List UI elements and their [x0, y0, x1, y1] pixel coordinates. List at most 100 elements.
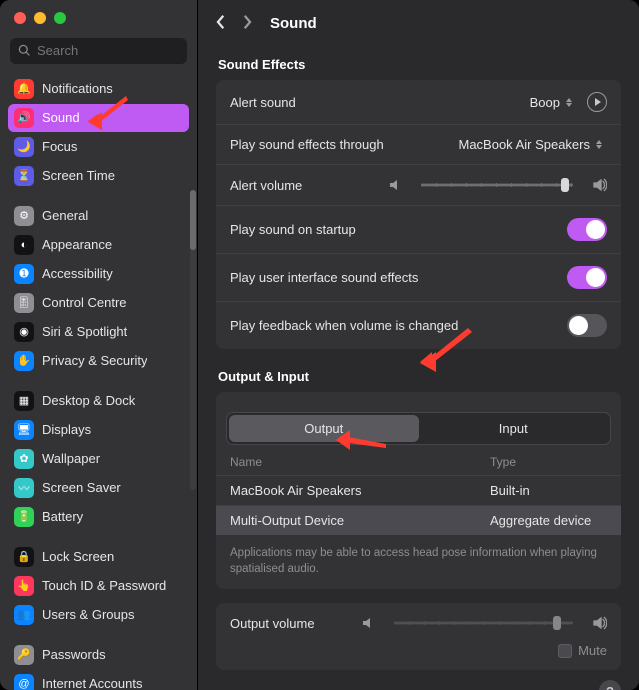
sidebar-item-label: Notifications [42, 81, 113, 96]
alert-volume-slider[interactable] [421, 183, 573, 187]
tab-input[interactable]: Input [419, 415, 609, 442]
wave-icon: 〰 [14, 478, 34, 498]
output-volume-row: Output volume [216, 603, 621, 643]
device-type: Built-in [490, 483, 607, 498]
volume-high-icon [591, 177, 607, 193]
gear-icon: ⚙︎ [14, 206, 34, 226]
search-input[interactable] [37, 43, 179, 58]
chevron-updown-icon [596, 138, 607, 152]
effects-through-value: MacBook Air Speakers [458, 137, 590, 152]
effects-through-select[interactable]: MacBook Air Speakers [458, 137, 607, 152]
sidebar-item-screen-saver[interactable]: 〰Screen Saver [8, 474, 189, 502]
sidebar-item-internet-accounts[interactable]: @Internet Accounts [8, 670, 189, 690]
minimize-window-button[interactable] [34, 12, 46, 24]
volume-feedback-label: Play feedback when volume is changed [230, 318, 458, 333]
col-name-header: Name [230, 455, 490, 469]
sidebar-item-label: Privacy & Security [42, 353, 147, 368]
system-settings-window: 🔔 Notifications 🔊Sound🌙Focus⏳Screen Time ⚙︎… [0, 0, 639, 690]
sidebar-item-label: Lock Screen [42, 549, 114, 564]
sidebar-item-displays[interactable]: 🖥Displays [8, 416, 189, 444]
scrollbar-thumb[interactable] [190, 190, 196, 250]
alert-sound-value: Boop [530, 95, 560, 110]
output-input-panel: Output Input Name Type MacBook Air Speak… [216, 392, 621, 589]
volume-low-icon [360, 615, 376, 631]
sidebar-item-passwords[interactable]: 🔑 Passwords [8, 641, 189, 669]
forward-button[interactable] [241, 14, 252, 33]
sound-effects-panel: Alert sound Boop Play sound effects thro… [216, 80, 621, 349]
alert-volume-row: Alert volume [216, 165, 621, 206]
dock-icon: ▦ [14, 391, 34, 411]
sidebar-item-label: General [42, 208, 88, 223]
sidebar-item-desktop-dock[interactable]: ▦ Desktop & Dock [8, 387, 189, 415]
device-table-header: Name Type [216, 445, 621, 475]
alert-sound-select[interactable]: Boop [530, 95, 577, 110]
startup-sound-label: Play sound on startup [230, 222, 356, 237]
search-field[interactable] [10, 38, 187, 64]
sidebar-item-label: Control Centre [42, 295, 127, 310]
sidebar-item-label: Siri & Spotlight [42, 324, 127, 339]
device-row[interactable]: MacBook Air SpeakersBuilt-in [216, 475, 621, 505]
device-table-body: MacBook Air SpeakersBuilt-inMulti-Output… [216, 475, 621, 535]
hourglass-icon: ⏳ [14, 166, 34, 186]
play-icon [595, 98, 601, 106]
ui-sounds-label: Play user interface sound effects [230, 270, 418, 285]
sidebar-item-siri-spotlight[interactable]: ◉ Siri & Spotlight [8, 318, 189, 346]
sidebar-item-label: Focus [42, 139, 77, 154]
sidebar-item-touch-id-password[interactable]: 👆 Touch ID & Password [8, 572, 189, 600]
sidebar-item-users-groups[interactable]: 👥Users & Groups [8, 601, 189, 629]
close-window-button[interactable] [14, 12, 26, 24]
person-icon: ➊ [14, 264, 34, 284]
help-button[interactable]: ? [599, 680, 621, 690]
sidebar-item-general[interactable]: ⚙︎ General [8, 202, 189, 230]
ui-sounds-toggle[interactable] [567, 266, 607, 289]
sidebar-item-privacy-security[interactable]: ✋ Privacy & Security [8, 347, 189, 375]
sidebar-item-label: Desktop & Dock [42, 393, 135, 408]
spatial-audio-helper: Applications may be able to access head … [216, 535, 621, 589]
sidebar-item-label: Sound [42, 110, 80, 125]
back-button[interactable] [216, 14, 227, 33]
sidebar-item-screen-time[interactable]: ⏳Screen Time [8, 162, 189, 190]
zoom-window-button[interactable] [54, 12, 66, 24]
tab-output[interactable]: Output [229, 415, 419, 442]
device-name: Multi-Output Device [230, 513, 490, 528]
volume-feedback-toggle[interactable] [567, 314, 607, 337]
sidebar-item-label: Touch ID & Password [42, 578, 166, 593]
volume-high-icon [591, 615, 607, 631]
effects-through-row: Play sound effects through MacBook Air S… [216, 125, 621, 165]
sidebar-item-label: Displays [42, 422, 91, 437]
sidebar-item-notifications[interactable]: 🔔 Notifications [8, 75, 189, 103]
mute-row: Mute [216, 643, 621, 670]
sidebar-item-label: Passwords [42, 647, 106, 662]
startup-sound-toggle[interactable] [567, 218, 607, 241]
sidebar-item-label: Wallpaper [42, 451, 100, 466]
sidebar-item-appearance[interactable]: ◐Appearance [8, 231, 189, 259]
sidebar-item-lock-screen[interactable]: 🔒Lock Screen [8, 543, 189, 571]
sidebar-item-battery[interactable]: 🔋 Battery [8, 503, 189, 531]
key-icon: 🔑 [14, 645, 34, 665]
sidebar-item-wallpaper[interactable]: ✿ Wallpaper [8, 445, 189, 473]
mute-checkbox[interactable] [558, 644, 572, 658]
bell-icon: 🔔 [14, 79, 34, 99]
flower-icon: ✿ [14, 449, 34, 469]
sidebar-list: 🔔 Notifications 🔊Sound🌙Focus⏳Screen Time ⚙︎… [0, 70, 197, 690]
sidebar-item-control-centre[interactable]: 🎚Control Centre [8, 289, 189, 317]
users-icon: 👥 [14, 605, 34, 625]
hand-icon: ✋ [14, 351, 34, 371]
device-type: Aggregate device [490, 513, 607, 528]
device-row[interactable]: Multi-Output DeviceAggregate device [216, 505, 621, 535]
main-content: Sound Sound Effects Alert sound Boop Pla… [198, 0, 639, 690]
sidebar-item-sound[interactable]: 🔊Sound [8, 104, 189, 132]
page-title: Sound [270, 15, 317, 32]
section-title-sound-effects: Sound Effects [218, 57, 621, 72]
preview-alert-button[interactable] [587, 92, 607, 112]
sidebar-item-focus[interactable]: 🌙Focus [8, 133, 189, 161]
siri-icon: ◉ [14, 322, 34, 342]
col-type-header: Type [490, 455, 607, 469]
battery-icon: 🔋 [14, 507, 34, 527]
mute-label: Mute [578, 643, 607, 658]
sidebar-item-label: Battery [42, 509, 83, 524]
sidebar-item-accessibility[interactable]: ➊Accessibility [8, 260, 189, 288]
alert-sound-row: Alert sound Boop [216, 80, 621, 125]
finger-icon: 👆 [14, 576, 34, 596]
output-volume-slider[interactable] [394, 621, 573, 625]
